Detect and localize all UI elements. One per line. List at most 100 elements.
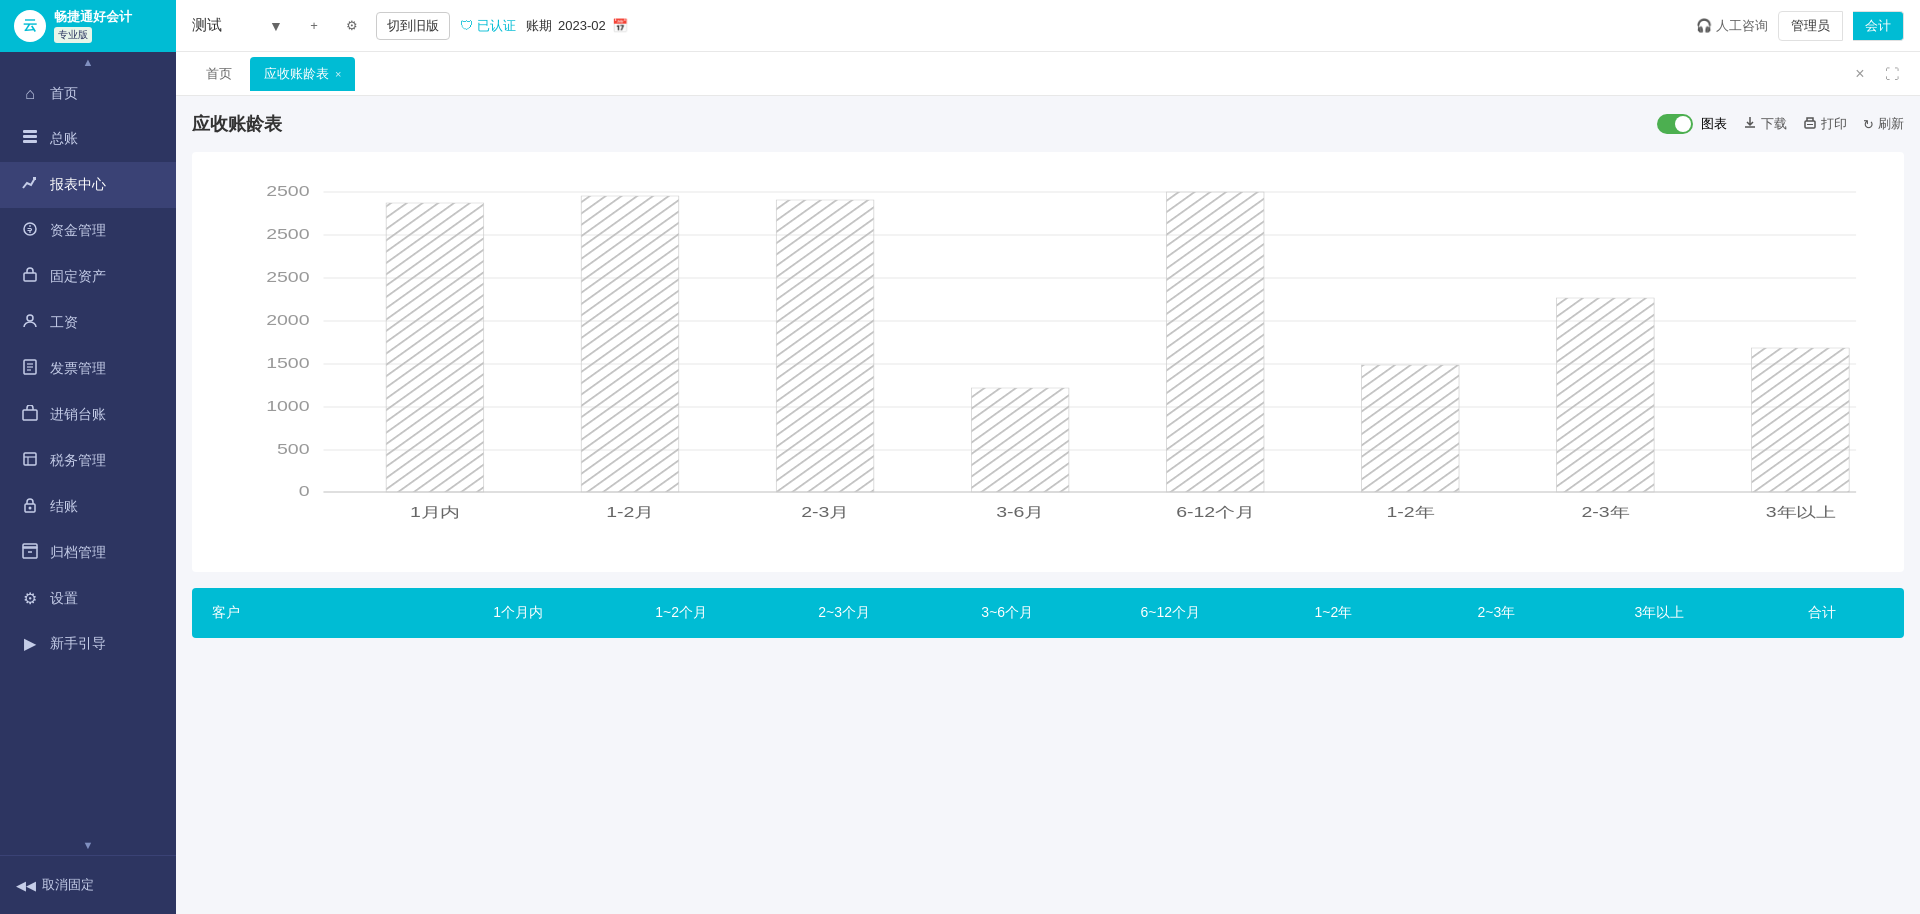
sidebar-item-assets[interactable]: 固定资产: [0, 254, 176, 300]
svg-text:1000: 1000: [266, 399, 309, 415]
sidebar-item-salary[interactable]: 工资: [0, 300, 176, 346]
app-edition: 专业版: [54, 27, 92, 43]
svg-text:0: 0: [299, 484, 310, 500]
svg-text:500: 500: [277, 442, 310, 458]
company-dropdown-button[interactable]: ▼: [262, 12, 290, 40]
col-6-12month: 6~12个月: [1089, 588, 1252, 638]
col-over3year: 3年以上: [1578, 588, 1741, 638]
closing-icon: [20, 497, 40, 517]
svg-point-5: [27, 315, 33, 321]
sidebar-item-label: 固定资产: [50, 268, 106, 286]
svg-rect-4: [24, 273, 36, 281]
svg-rect-17: [23, 544, 37, 548]
download-icon: [1743, 116, 1757, 133]
col-1-2year: 1~2年: [1252, 588, 1415, 638]
pin-icon: ◀◀: [16, 878, 36, 893]
cancel-fix-button[interactable]: ◀◀ 取消固定: [0, 866, 176, 904]
download-button[interactable]: 下载: [1743, 115, 1787, 133]
page-content: 应收账龄表 图表 下载 打印: [176, 96, 1920, 914]
close-panel-button[interactable]: ×: [1848, 62, 1872, 86]
tab-home[interactable]: 首页: [192, 57, 246, 91]
user-button[interactable]: 管理员: [1778, 11, 1843, 41]
sidebar-item-label: 税务管理: [50, 452, 106, 470]
sidebar-item-invoice[interactable]: 发票管理: [0, 346, 176, 392]
svg-rect-10: [23, 410, 37, 420]
col-1month: 1个月内: [437, 588, 600, 638]
svg-text:2500: 2500: [266, 227, 309, 243]
content-tabs: 首页 应收账龄表 × × ⛶: [176, 52, 1920, 96]
switch-old-version-button[interactable]: 切到旧版: [376, 12, 450, 40]
bar-2-3年: [1557, 298, 1655, 492]
sidebar-item-closing[interactable]: 结账: [0, 484, 176, 530]
sidebar-item-newbie[interactable]: ▶ 新手引导: [0, 621, 176, 666]
sidebar-item-label: 资金管理: [50, 222, 106, 240]
col-1-2month: 1~2个月: [600, 588, 763, 638]
print-icon: [1803, 116, 1817, 133]
sidebar-item-reports[interactable]: 报表中心: [0, 162, 176, 208]
sidebar-item-home[interactable]: ⌂ 首页: [0, 72, 176, 116]
tax-icon: [20, 451, 40, 471]
chart-toggle[interactable]: [1657, 114, 1693, 134]
sidebar-nav: ⌂ 首页 总账 报表中心 资金管理 固定资产: [0, 72, 176, 835]
svg-text:1-2年: 1-2年: [1386, 505, 1434, 521]
period-label: 账期: [526, 17, 552, 35]
sidebar-item-settings[interactable]: ⚙ 设置: [0, 576, 176, 621]
tab-close-icon[interactable]: ×: [335, 68, 341, 80]
bar-3-6月: [971, 388, 1069, 492]
sidebar-item-funds[interactable]: 资金管理: [0, 208, 176, 254]
sidebar-item-label: 结账: [50, 498, 78, 516]
main-content: 测试 ▼ + ⚙ 切到旧版 🛡 已认证 账期 2023-02 📅 🎧 人工咨询 …: [176, 0, 1920, 914]
svg-text:3-6月: 3-6月: [996, 505, 1044, 521]
svg-text:6-12个月: 6-12个月: [1176, 505, 1254, 521]
settings-button[interactable]: ⚙: [338, 12, 366, 40]
print-button[interactable]: 打印: [1803, 115, 1847, 133]
bar-6-12月: [1166, 192, 1264, 492]
tab-actions: × ⛶: [1848, 62, 1904, 86]
tab-home-label: 首页: [206, 65, 232, 83]
svg-text:1500: 1500: [266, 356, 309, 372]
svg-rect-0: [23, 130, 37, 133]
svg-text:3年以上: 3年以上: [1766, 505, 1835, 521]
sidebar-item-label: 新手引导: [50, 635, 106, 653]
print-label: 打印: [1821, 115, 1847, 133]
col-customer: 客户: [192, 588, 437, 638]
refresh-button[interactable]: ↻ 刷新: [1863, 115, 1904, 133]
cert-label: 已认证: [477, 17, 516, 35]
sidebar-item-tax[interactable]: 税务管理: [0, 438, 176, 484]
role-button[interactable]: 会计: [1853, 11, 1904, 41]
calendar-icon[interactable]: 📅: [612, 18, 628, 33]
sidebar-item-label: 总账: [50, 130, 78, 148]
expand-button[interactable]: ⛶: [1880, 62, 1904, 86]
svg-text:2-3月: 2-3月: [801, 505, 849, 521]
cancel-fix-label: 取消固定: [42, 876, 94, 894]
inventory-icon: [20, 405, 40, 425]
svg-text:2-3年: 2-3年: [1581, 505, 1629, 521]
sidebar-scroll-down[interactable]: ▼: [0, 835, 176, 855]
sidebar-item-inventory[interactable]: 进销台账: [0, 392, 176, 438]
bar-chart: 2500 2500 2500 2000 1500 1000 500 0: [212, 172, 1884, 552]
svg-text:2500: 2500: [266, 184, 309, 200]
table-header: 客户 1个月内 1~2个月 2~3个月 3~6个月 6~12个月 1~2年 2~…: [192, 588, 1904, 638]
svg-text:1月内: 1月内: [410, 505, 460, 521]
col-3-6month: 3~6个月: [926, 588, 1089, 638]
ledger-icon: [20, 129, 40, 149]
topbar: 测试 ▼ + ⚙ 切到旧版 🛡 已认证 账期 2023-02 📅 🎧 人工咨询 …: [176, 0, 1920, 52]
bar-1-2年: [1362, 365, 1460, 492]
consult-button[interactable]: 🎧 人工咨询: [1696, 17, 1768, 35]
sidebar-item-ledger[interactable]: 总账: [0, 116, 176, 162]
newbie-icon: ▶: [20, 634, 40, 653]
archive-icon: [20, 543, 40, 563]
home-icon: ⌂: [20, 85, 40, 103]
add-button[interactable]: +: [300, 12, 328, 40]
bar-2-3月: [776, 200, 874, 492]
shield-icon: 🛡: [460, 18, 473, 33]
page-title: 应收账龄表: [192, 112, 1657, 136]
assets-icon: [20, 267, 40, 287]
sidebar-bottom: ◀◀ 取消固定: [0, 855, 176, 914]
sidebar-scroll-up[interactable]: ▲: [0, 52, 176, 72]
tab-receivable-aging[interactable]: 应收账龄表 ×: [250, 57, 355, 91]
sidebar-item-archive[interactable]: 归档管理: [0, 530, 176, 576]
svg-text:1-2月: 1-2月: [606, 505, 654, 521]
page-actions: 图表 下载 打印 ↻ 刷新: [1657, 114, 1904, 134]
chart-container: 2500 2500 2500 2000 1500 1000 500 0: [192, 152, 1904, 572]
